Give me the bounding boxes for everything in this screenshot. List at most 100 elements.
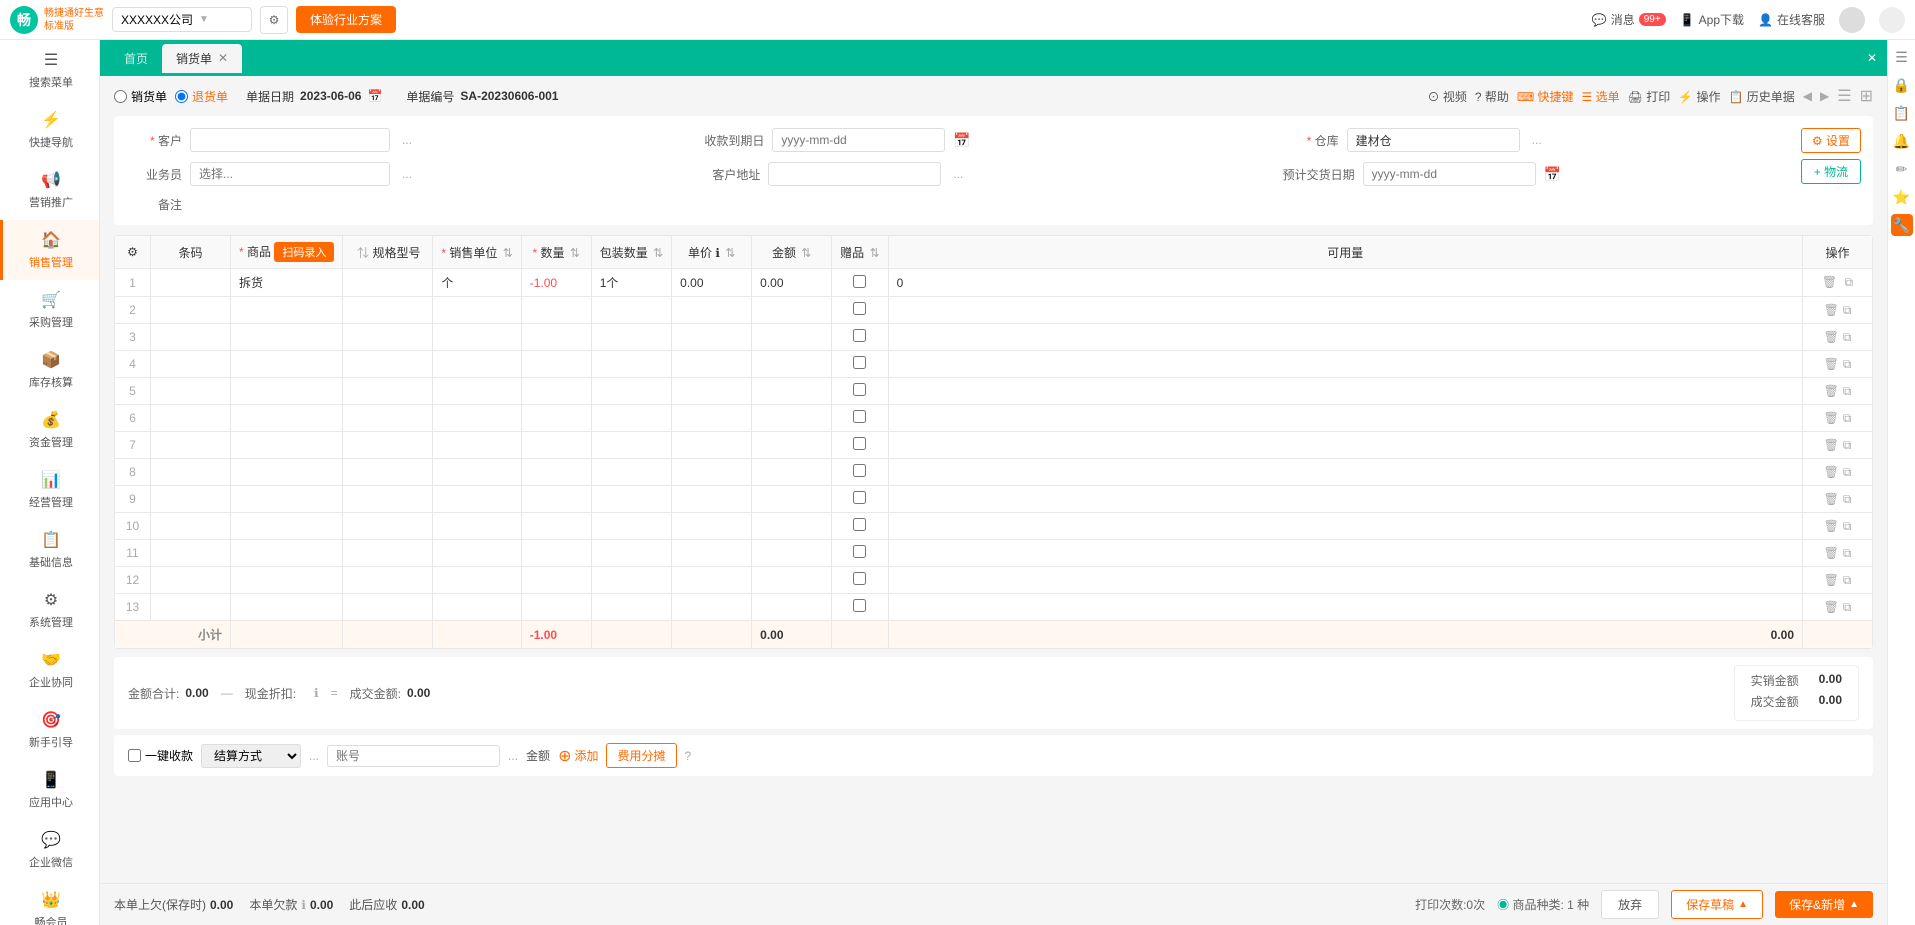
calendar-icon[interactable]: 📅: [367, 89, 382, 103]
delete-icon[interactable]: 🗑: [1824, 465, 1839, 479]
row-1-barcode[interactable]: [151, 269, 231, 297]
copy-icon[interactable]: ⧉: [1843, 492, 1852, 506]
help-btn[interactable]: ? 帮助: [1475, 88, 1509, 105]
copy-icon[interactable]: ⧉: [1843, 600, 1852, 614]
radio-sales-input[interactable]: [114, 90, 127, 103]
message-button[interactable]: 💬 消息 99+: [1592, 11, 1666, 28]
one-click-payment-check[interactable]: 一键收款: [128, 747, 193, 764]
add-payment-button[interactable]: ⊕ 添加: [558, 746, 598, 766]
flow-button[interactable]: + 物流: [1801, 159, 1861, 184]
sidebar-item-finance[interactable]: 💰 资金管理: [0, 400, 99, 460]
row-1-amount[interactable]: 0.00: [752, 269, 832, 297]
save-draft-button[interactable]: 保存草稿 ▲: [1671, 890, 1763, 919]
discard-button[interactable]: 放弃: [1601, 890, 1659, 919]
sidebar-item-operations[interactable]: 📊 经营管理: [0, 460, 99, 520]
delete-icon[interactable]: 🗑: [1824, 357, 1839, 371]
scan-button[interactable]: 扫码录入: [274, 242, 334, 262]
delivery-date-input[interactable]: [1363, 162, 1536, 186]
copy-icon[interactable]: ⧉: [1843, 438, 1852, 452]
product-types-dot[interactable]: ◉: [1497, 898, 1509, 912]
shortcut-btn[interactable]: ⌨ 快捷键: [1517, 88, 1574, 105]
sidebar-item-quick-nav[interactable]: ⚡ 快捷导航: [0, 100, 99, 160]
copy-icon[interactable]: ⧉: [1843, 411, 1852, 425]
expense-split-button[interactable]: 费用分摊: [606, 743, 676, 768]
sidebar-item-wechat[interactable]: 💬 企业微信: [0, 820, 99, 880]
copy-icon[interactable]: ⧉: [1843, 519, 1852, 533]
copy-icon[interactable]: ⧉: [1843, 303, 1852, 317]
list-view-icon[interactable]: ☰: [1837, 86, 1851, 106]
save-draft-expand-icon[interactable]: ▲: [1738, 899, 1748, 910]
video-btn[interactable]: ⊙ 视频: [1428, 88, 1467, 105]
sidebar-item-sales[interactable]: 🏠 销售管理: [0, 220, 99, 280]
due-date-input[interactable]: [772, 128, 945, 152]
row-1-spec[interactable]: [343, 269, 433, 297]
sidebar-item-member[interactable]: 👑 畅会员: [0, 880, 99, 925]
delete-icon[interactable]: 🗑: [1824, 438, 1839, 452]
one-click-checkbox[interactable]: [128, 749, 141, 762]
warehouse-input[interactable]: [1347, 128, 1520, 152]
tab-home[interactable]: 首页: [110, 44, 162, 73]
sidebar-item-collab[interactable]: 🤝 企业协同: [0, 640, 99, 700]
copy-icon[interactable]: ⧉: [1843, 465, 1852, 479]
copy-icon[interactable]: ⧉: [1843, 357, 1852, 371]
row-1-price[interactable]: 0.00: [672, 269, 752, 297]
avatar[interactable]: [1839, 7, 1865, 33]
radio-return-input[interactable]: [175, 90, 188, 103]
copy-icon[interactable]: ⧉: [1843, 546, 1852, 560]
delete-icon[interactable]: 🗑: [1824, 303, 1839, 317]
salesperson-input[interactable]: [190, 162, 390, 186]
select-btn[interactable]: ☰ 选单: [1582, 88, 1620, 105]
radio-return[interactable]: 退货单: [175, 88, 228, 105]
tab-close-btn[interactable]: ✕: [218, 51, 228, 65]
grid-view-icon[interactable]: ⊞: [1860, 86, 1873, 106]
rp-btn-1[interactable]: ☰: [1891, 46, 1913, 68]
trial-button[interactable]: 体验行业方案: [296, 6, 396, 33]
sidebar-item-system[interactable]: ⚙ 系统管理: [0, 580, 99, 640]
delete-icon[interactable]: 🗑: [1824, 330, 1839, 344]
radio-sales[interactable]: 销货单: [114, 88, 167, 105]
delete-icon[interactable]: 🗑: [1824, 519, 1839, 533]
rp-btn-4[interactable]: 🔔: [1891, 130, 1913, 152]
rp-btn-2[interactable]: 🔒: [1891, 74, 1913, 96]
save-new-button[interactable]: 保存&新增 ▲: [1775, 891, 1873, 918]
delete-icon[interactable]: 🗑: [1824, 492, 1839, 506]
nav-next-icon[interactable]: ▶: [1820, 89, 1829, 103]
app-download-button[interactable]: 📱 App下载: [1680, 11, 1744, 28]
company-selector[interactable]: XXXXXX公司 ▼: [112, 7, 252, 32]
amount-dots[interactable]: ...: [508, 749, 518, 763]
avatar-expand[interactable]: [1879, 7, 1905, 33]
delete-icon[interactable]: 🗑: [1824, 411, 1839, 425]
delete-icon[interactable]: 🗑: [1824, 384, 1839, 398]
row-1-qty[interactable]: -1.00: [521, 269, 591, 297]
sidebar-item-inventory[interactable]: 📦 库存核算: [0, 340, 99, 400]
row-1-gift-check[interactable]: [853, 275, 866, 288]
delivery-calendar-icon[interactable]: 📅: [1544, 166, 1561, 183]
due-date-calendar-icon[interactable]: 📅: [953, 132, 970, 149]
customer-input[interactable]: [190, 128, 390, 152]
close-all-icon[interactable]: ✕: [1867, 51, 1877, 65]
sidebar-item-marketing[interactable]: 📢 营销推广: [0, 160, 99, 220]
rp-btn-7[interactable]: 🔧: [1891, 214, 1913, 236]
warehouse-dots[interactable]: ...: [1532, 133, 1542, 147]
online-service-button[interactable]: 👤 在线客服: [1758, 11, 1825, 28]
copy-icon[interactable]: ⧉: [1843, 330, 1852, 344]
sidebar-item-appstore[interactable]: 📱 应用中心: [0, 760, 99, 820]
payment-method-dots[interactable]: ...: [309, 749, 319, 763]
row-1-copy-icon[interactable]: ⧉: [1845, 275, 1854, 289]
row-1-unit[interactable]: 个: [433, 269, 521, 297]
copy-icon[interactable]: ⧉: [1843, 573, 1852, 587]
delete-icon[interactable]: 🗑: [1824, 546, 1839, 560]
payment-method-select[interactable]: 结算方式: [201, 744, 301, 768]
print-btn[interactable]: 🖨 打印: [1628, 88, 1671, 105]
customer-addr-input[interactable]: [768, 162, 941, 186]
row-1-gift[interactable]: [832, 269, 888, 297]
sidebar-item-search[interactable]: ☰ 搜索菜单: [0, 40, 99, 100]
row-1-pkg-qty[interactable]: 1个: [591, 269, 671, 297]
gear-button[interactable]: ⚙: [260, 6, 288, 34]
save-new-expand-icon[interactable]: ▲: [1849, 899, 1859, 910]
salesperson-dots[interactable]: ...: [402, 167, 412, 181]
nav-prev-icon[interactable]: ◀: [1803, 89, 1812, 103]
account-input[interactable]: [327, 745, 500, 767]
rp-btn-3[interactable]: 📋: [1891, 102, 1913, 124]
row-1-delete-icon[interactable]: 🗑: [1822, 275, 1837, 289]
